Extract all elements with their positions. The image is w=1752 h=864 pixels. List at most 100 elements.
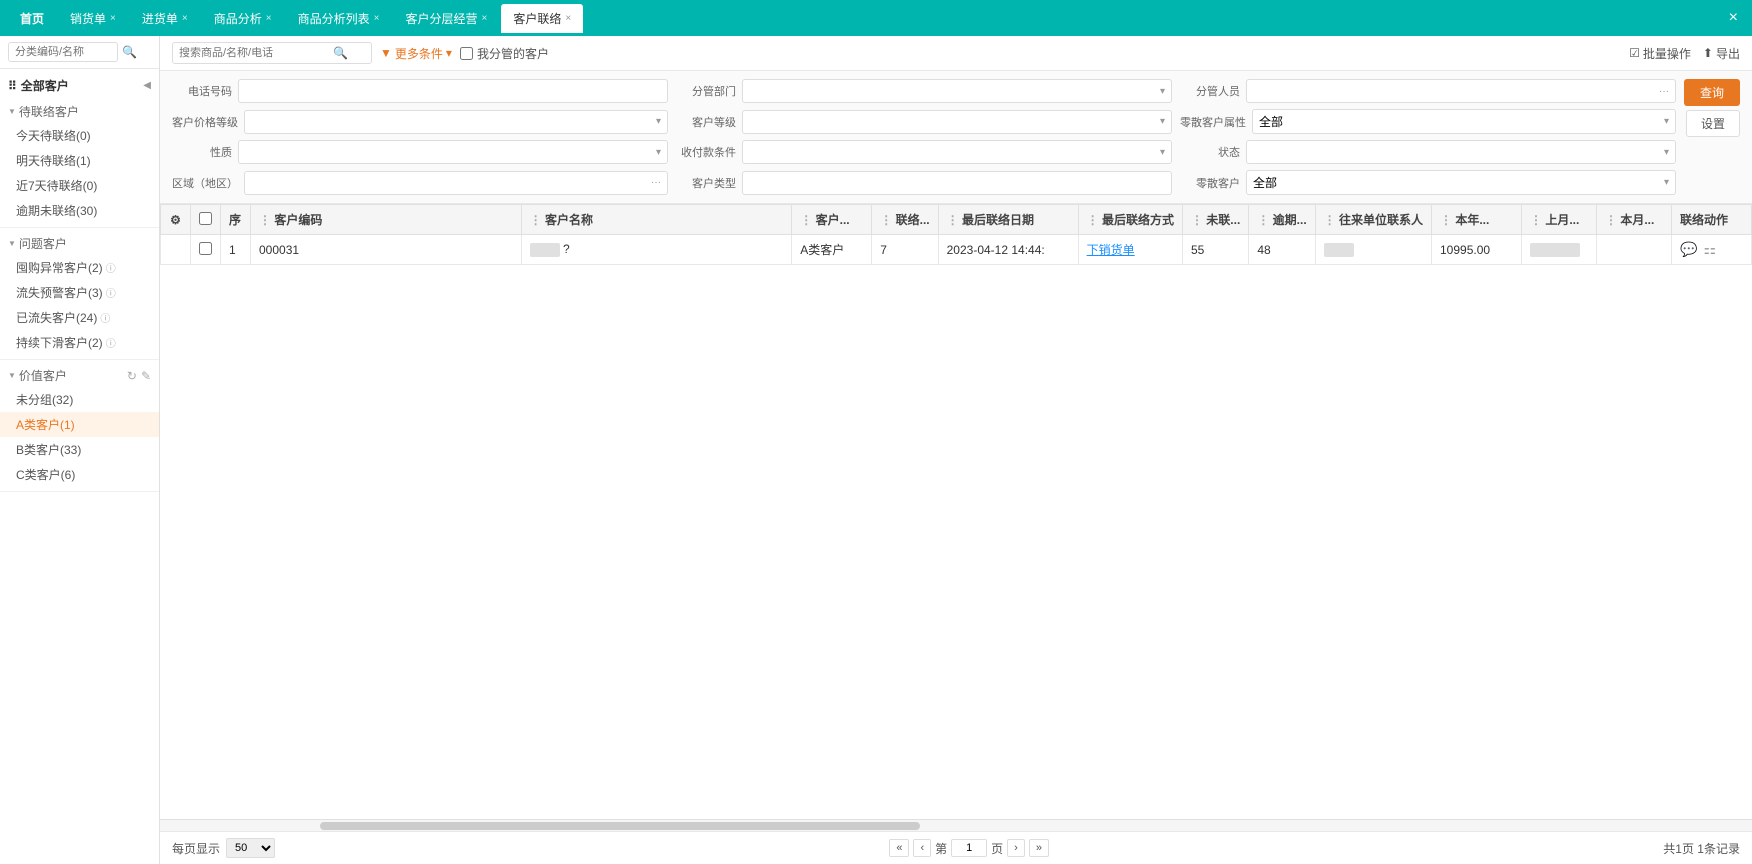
th-settings[interactable]: ⚙	[161, 205, 191, 235]
qr-icon[interactable]: ⚏	[1703, 241, 1716, 258]
tab-customer-tier[interactable]: 客户分层经营 ×	[393, 4, 499, 33]
filter-more-btn[interactable]: ▼ 更多条件 ▾	[380, 45, 452, 62]
th-name[interactable]: ⋮ 客户名称	[521, 205, 792, 235]
sidebar-item-tomorrow[interactable]: 明天待联络(1)	[0, 148, 159, 173]
th-overdue[interactable]: ⋮ 逾期...	[1249, 205, 1315, 235]
sidebar-search-input[interactable]	[8, 42, 118, 62]
th-no-contact[interactable]: ⋮ 未联...	[1182, 205, 1248, 235]
tab-sales[interactable]: 销货单 ×	[58, 4, 128, 33]
filter-dept-select[interactable]: ▾	[742, 79, 1172, 103]
sidebar-item-a-class[interactable]: A类客户(1)	[0, 412, 159, 437]
per-page-select[interactable]: 50 100 200	[226, 838, 275, 858]
td-name: ?	[521, 235, 792, 265]
sidebar-item-churn-warning[interactable]: 流失预警客户(3) ⓘ	[0, 280, 159, 305]
query-btn[interactable]: 查询	[1684, 79, 1740, 106]
sidebar-section-problem[interactable]: ▼ 问题客户	[0, 230, 159, 255]
filter-payment-select[interactable]: ▾	[742, 140, 1172, 164]
my-customer-checkbox-area[interactable]: 我分管的客户	[460, 45, 549, 62]
tab-purchase[interactable]: 进货单 ×	[130, 4, 200, 33]
close-tab-customer-contact[interactable]: ×	[565, 13, 571, 24]
footer-left: 每页显示 50 100 200	[172, 838, 275, 858]
toolbar-search-box[interactable]: 🔍	[172, 42, 372, 64]
th-this-month[interactable]: ⋮ 本月...	[1597, 205, 1672, 235]
sidebar-section-value[interactable]: ▼ 价值客户 ↻ ✎	[0, 362, 159, 387]
tab-customer-contact[interactable]: 客户联络 ×	[501, 4, 583, 33]
filter-person-select[interactable]: ···	[1246, 79, 1676, 103]
sidebar-item-ungrouped[interactable]: 未分组(32)	[0, 387, 159, 412]
th-check[interactable]	[191, 205, 221, 235]
batch-ops-btn[interactable]: ☑ 批量操作	[1629, 45, 1691, 62]
setting-btn[interactable]: 设置	[1686, 110, 1740, 137]
filter-phone-input[interactable]	[238, 79, 668, 103]
sidebar-collapse-btn[interactable]: ◀	[143, 80, 151, 91]
sidebar-item-overdue[interactable]: 逾期未联络(30)	[0, 198, 159, 223]
th-contact-count[interactable]: ⋮ 联络...	[872, 205, 938, 235]
content-area: 🔍 ▼ 更多条件 ▾ 我分管的客户 ☑ 批量操作 ⬆ 导出	[160, 36, 1752, 864]
filter-sparse-customer-select[interactable]: 全部 ▾	[1246, 170, 1676, 195]
message-icon[interactable]: 💬	[1680, 241, 1697, 258]
filter-dept: 分管部门 ▾	[676, 79, 1172, 103]
tab-home[interactable]: 首页	[8, 4, 56, 33]
th-last-date[interactable]: ⋮ 最后联络日期	[938, 205, 1078, 235]
refresh-icon[interactable]: ↻	[127, 369, 137, 383]
sort-icon-9: ⋮	[1324, 213, 1336, 227]
arrow-icon-4: ▾	[1664, 116, 1669, 127]
my-customer-checkbox[interactable]	[460, 47, 473, 60]
scrollbar-thumb[interactable]	[320, 822, 920, 830]
last-method-link[interactable]: 下销货单	[1087, 243, 1135, 257]
close-tab-goods-analysis-list[interactable]: ×	[374, 13, 380, 24]
th-grade[interactable]: ⋮ 客户...	[792, 205, 872, 235]
close-tab-purchase[interactable]: ×	[182, 13, 188, 24]
close-tab-goods-analysis[interactable]: ×	[266, 13, 272, 24]
toolbar: 🔍 ▼ 更多条件 ▾ 我分管的客户 ☑ 批量操作 ⬆ 导出	[160, 36, 1752, 71]
filter-customer-grade-select[interactable]: ▾	[742, 110, 1172, 134]
th-last-month[interactable]: ⋮ 上月...	[1522, 205, 1597, 235]
td-check[interactable]	[191, 235, 221, 265]
sidebar-item-hoarding[interactable]: 囤购异常客户(2) ⓘ	[0, 255, 159, 280]
query-buttons: 查询 设置	[1684, 79, 1740, 195]
sidebar-search-icon[interactable]: 🔍	[122, 45, 137, 59]
close-all-btn[interactable]: ×	[1723, 7, 1744, 29]
filter-region-select[interactable]: ···	[244, 171, 668, 195]
td-last-date: 2023-04-12 14:44:	[938, 235, 1078, 265]
sidebar-section-pending[interactable]: ▼ 待联络客户	[0, 98, 159, 123]
sidebar-item-churned[interactable]: 已流失客户(24) ⓘ	[0, 305, 159, 330]
sidebar-item-declining[interactable]: 持续下滑客户(2) ⓘ	[0, 330, 159, 355]
td-year-amount: 10995.00	[1432, 235, 1522, 265]
close-tab-sales[interactable]: ×	[110, 13, 116, 24]
filter-sparse-attr-select[interactable]: 全部 ▾	[1252, 109, 1676, 134]
sidebar-item-b-class[interactable]: B类客户(33)	[0, 437, 159, 462]
td-settings	[161, 235, 191, 265]
sidebar-item-c-class[interactable]: C类客户(6)	[0, 462, 159, 487]
export-btn[interactable]: ⬆ 导出	[1703, 45, 1740, 62]
close-tab-customer-tier[interactable]: ×	[481, 13, 487, 24]
edit-icon[interactable]: ✎	[141, 369, 151, 383]
check-icon: ☑	[1629, 46, 1640, 60]
filter-customer-type-select[interactable]	[742, 171, 1172, 195]
th-contact-person[interactable]: ⋮ 往来单位联系人	[1315, 205, 1431, 235]
page-input[interactable]	[951, 839, 987, 857]
select-all-checkbox[interactable]	[199, 212, 212, 225]
sidebar-item-today[interactable]: 今天待联络(0)	[0, 123, 159, 148]
filter-status-select[interactable]: ▾	[1246, 140, 1676, 164]
next-page-btn[interactable]: ›	[1007, 839, 1025, 857]
first-page-btn[interactable]: «	[889, 839, 909, 857]
sort-icon-10: ⋮	[1440, 213, 1452, 227]
th-code[interactable]: ⋮ 客户编码	[251, 205, 522, 235]
th-last-method[interactable]: ⋮ 最后联络方式	[1078, 205, 1182, 235]
horizontal-scrollbar[interactable]	[160, 819, 1752, 831]
tab-goods-analysis[interactable]: 商品分析 ×	[202, 4, 284, 33]
tab-goods-analysis-list[interactable]: 商品分析列表 ×	[286, 4, 392, 33]
export-icon: ⬆	[1703, 46, 1713, 60]
filter-nature-select[interactable]: ▾	[238, 140, 668, 164]
prev-page-btn[interactable]: ‹	[913, 839, 931, 857]
last-page-btn[interactable]: »	[1029, 839, 1049, 857]
toolbar-search-icon[interactable]: 🔍	[333, 46, 348, 60]
th-year-amount[interactable]: ⋮ 本年...	[1432, 205, 1522, 235]
sidebar-all-customers-title[interactable]: ⠿ 全部客户	[8, 77, 69, 94]
row-checkbox[interactable]	[199, 242, 212, 255]
toolbar-search-input[interactable]	[179, 47, 329, 59]
sidebar-item-7days[interactable]: 近7天待联络(0)	[0, 173, 159, 198]
name-blur-3	[1530, 243, 1580, 257]
filter-price-grade-select[interactable]: ▾	[244, 110, 668, 134]
